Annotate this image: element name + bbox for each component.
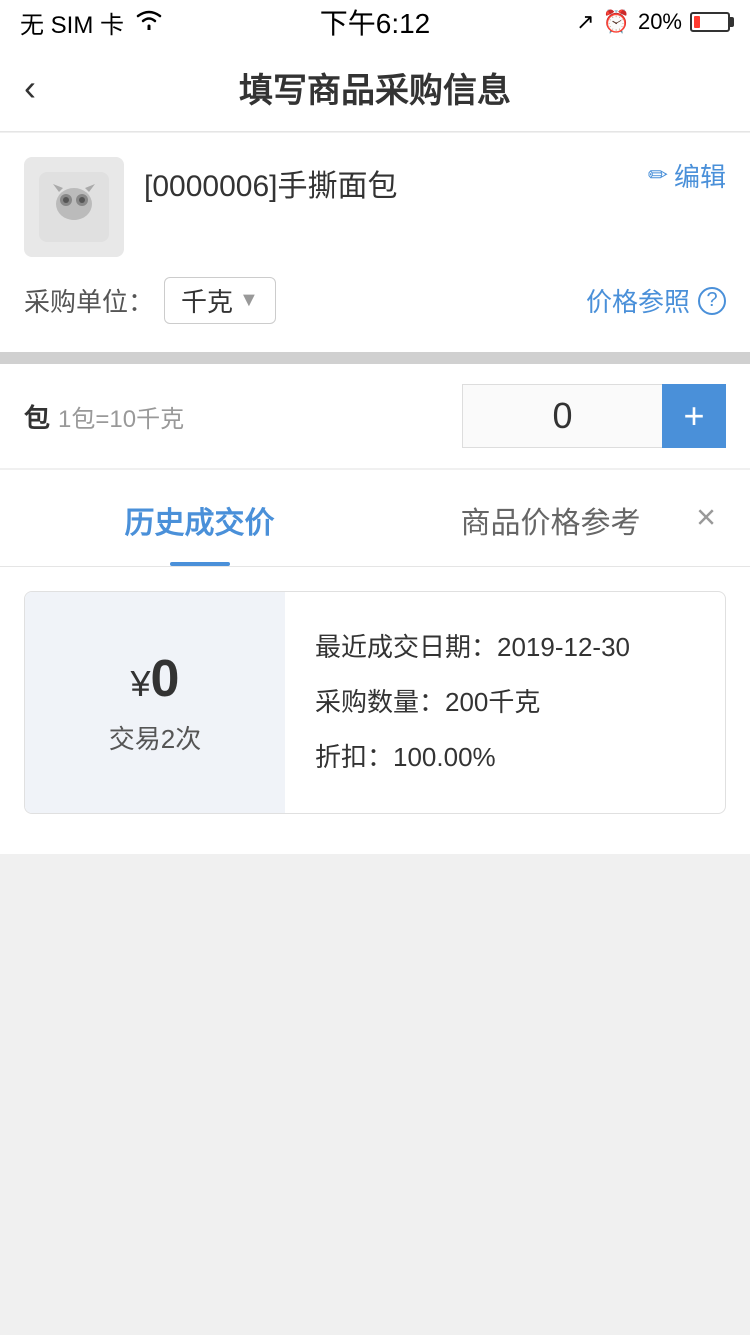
location-icon: ↗ [576,9,594,35]
tab-history-price[interactable]: 历史成交价 [24,470,375,566]
recent-date-value: 2019-12-30 [497,632,630,662]
purchase-quantity-row: 采购数量：200千克 [315,683,695,722]
quantity-input[interactable] [462,384,662,448]
bottom-panel: 历史成交价 商品价格参考 × ¥0 交易2次 最近成交日期：2019-12-30 [0,470,750,854]
page-title: 填写商品采购信息 [239,63,511,112]
wifi-icon [134,8,164,37]
tab-price-reference[interactable]: 商品价格参考 [375,470,726,566]
price-card-right: 最近成交日期：2019-12-30 采购数量：200千克 折扣：100.00% [285,592,725,813]
edit-button[interactable]: ✏ 编辑 [648,157,726,194]
yen-symbol: ¥ [131,663,151,704]
unit-left: 采购单位： 千克 ▼ [24,277,276,324]
dropdown-arrow-icon: ▼ [239,289,259,312]
price-times: 交易2次 [109,719,201,756]
status-left: 无 SIM 卡 [20,5,164,40]
slider-divider [0,352,750,364]
battery-icon [690,12,730,32]
quantity-input-group: + [462,384,726,448]
price-card-wrap: ¥0 交易2次 最近成交日期：2019-12-30 采购数量：200千克 折扣：… [0,567,750,854]
carrier-text: 无 SIM 卡 [20,5,124,40]
discount-value: 100.00% [393,742,496,772]
product-unit-row: 采购单位： 千克 ▼ 价格参照 ? [24,277,726,324]
back-button[interactable]: ‹ [24,67,36,109]
help-icon: ? [698,287,726,315]
product-thumbnail [39,172,109,242]
quantity-label: 包 1包=10千克 [24,398,184,435]
recent-date-label: 最近成交日期： [315,632,497,662]
price-ref-label: 价格参照 [586,282,690,319]
edit-label: 编辑 [674,157,726,194]
battery-percent: 20% [638,9,682,35]
product-info: [0000006]手撕面包 [24,157,397,257]
main-content: [0000006]手撕面包 ✏ 编辑 采购单位： 千克 ▼ 价格参照 ? [0,133,750,1335]
alarm-icon: ⏰ [603,9,630,35]
unit-select-button[interactable]: 千克 ▼ [164,277,276,324]
status-right: ↗ ⏰ 20% [576,9,730,35]
quantity-unit-tag: 包 [24,398,50,435]
unit-label: 采购单位： [24,282,154,319]
status-time: 下午6:12 [320,2,431,42]
quantity-detail-value: 200千克 [445,687,540,717]
unit-value: 千克 [181,282,233,319]
price-amount: ¥0 [131,649,180,709]
amount-value: 0 [151,650,180,708]
edit-icon: ✏ [648,161,668,190]
nav-bar: ‹ 填写商品采购信息 [0,44,750,132]
product-header: [0000006]手撕面包 ✏ 编辑 [24,157,726,257]
product-image [24,157,124,257]
status-bar: 无 SIM 卡 下午6:12 ↗ ⏰ 20% [0,0,750,44]
quantity-detail-label: 采购数量： [315,687,445,717]
discount-label: 折扣： [315,742,393,772]
discount-row: 折扣：100.00% [315,738,695,777]
tabs-row: 历史成交价 商品价格参考 × [0,470,750,567]
quantity-row: 包 1包=10千克 + [0,364,750,468]
quantity-conversion: 1包=10千克 [58,399,184,434]
price-card: ¥0 交易2次 最近成交日期：2019-12-30 采购数量：200千克 折扣：… [24,591,726,814]
quantity-plus-button[interactable]: + [662,384,726,448]
product-name: [0000006]手撕面包 [144,157,397,205]
price-card-left: ¥0 交易2次 [25,592,285,813]
price-reference-button[interactable]: 价格参照 ? [586,282,726,319]
product-card: [0000006]手撕面包 ✏ 编辑 采购单位： 千克 ▼ 价格参照 ? [0,133,750,352]
panel-close-button[interactable]: × [686,489,726,548]
recent-date-row: 最近成交日期：2019-12-30 [315,628,695,667]
